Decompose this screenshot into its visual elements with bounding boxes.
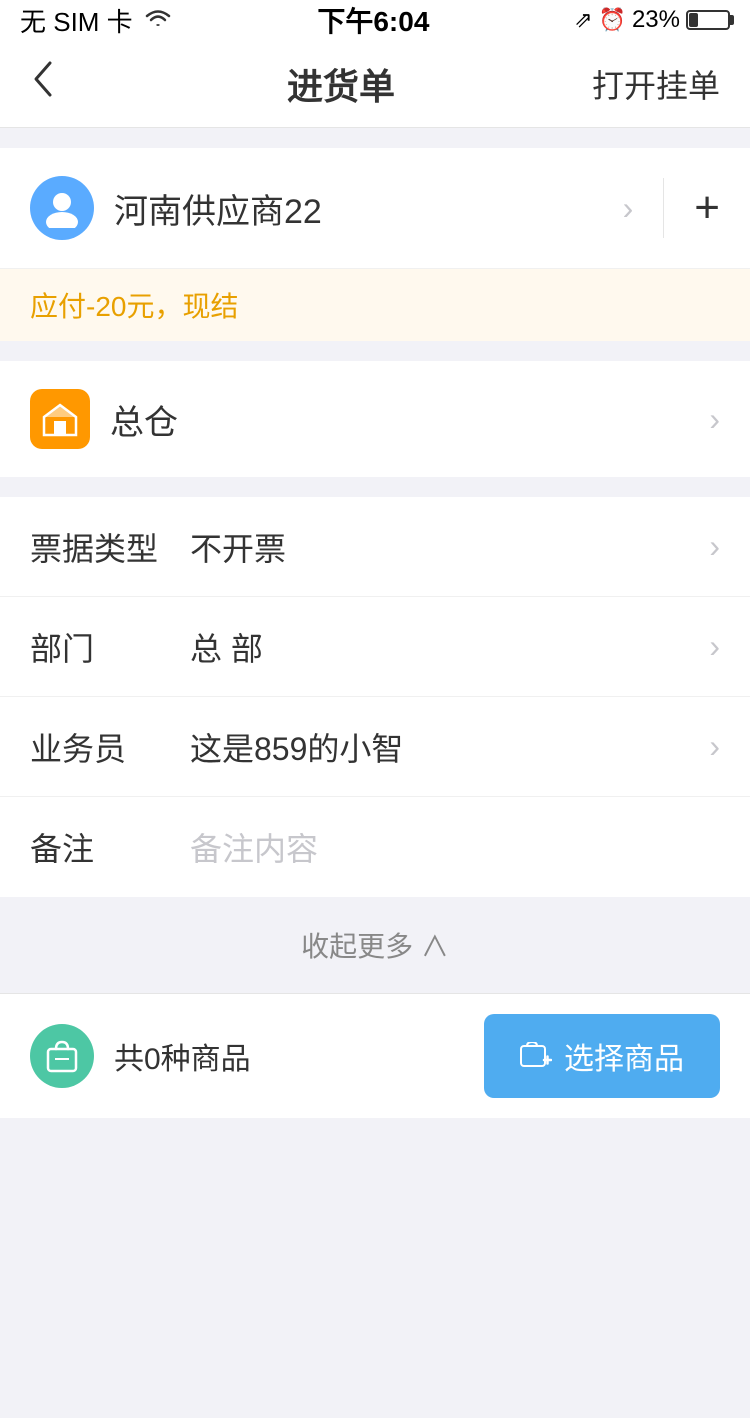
bottom-bar: 共0种商品 选择商品 xyxy=(0,993,750,1118)
product-count-text: 共0种商品 xyxy=(114,1034,464,1078)
warehouse-row[interactable]: 总仓 › xyxy=(0,361,750,477)
supplier-right-actions: › + xyxy=(623,178,720,238)
collapse-label: 收起更多 ∧ xyxy=(301,925,449,965)
salesman-label: 业务员 xyxy=(30,724,170,770)
location-icon: ⇗ xyxy=(574,7,592,33)
status-left: 无 SIM 卡 xyxy=(20,2,173,39)
product-icon xyxy=(30,1024,94,1088)
remark-input[interactable]: 备注内容 xyxy=(190,824,720,870)
select-product-label: 选择商品 xyxy=(564,1034,684,1078)
invoice-type-label: 票据类型 xyxy=(30,524,170,570)
supplier-section: 河南供应商22 › + 应付-20元，现结 xyxy=(0,148,750,341)
page-fill xyxy=(0,1118,750,1418)
page-title: 进货单 xyxy=(287,58,395,110)
battery-icon xyxy=(686,10,730,30)
supplier-name: 河南供应商22 xyxy=(114,193,322,231)
back-button[interactable] xyxy=(30,59,90,108)
notice-bar: 应付-20元，现结 xyxy=(0,269,750,341)
form-section: 票据类型 不开票 › 部门 总 部 › 业务员 这是859的小智 › 备注 备注… xyxy=(0,497,750,897)
invoice-type-chevron-icon: › xyxy=(709,528,720,565)
department-row[interactable]: 部门 总 部 › xyxy=(0,597,750,697)
gap-2 xyxy=(0,341,750,361)
remark-label: 备注 xyxy=(30,824,170,870)
collapse-button[interactable]: 收起更多 ∧ xyxy=(0,897,750,993)
gap-3 xyxy=(0,477,750,497)
add-supplier-button[interactable]: + xyxy=(663,178,720,238)
supplier-info: 河南供应商22 xyxy=(114,184,623,233)
alarm-icon: ⏰ xyxy=(599,7,626,33)
open-pending-button[interactable]: 打开挂单 xyxy=(592,61,720,107)
supplier-chevron-icon: › xyxy=(623,190,634,227)
salesman-chevron-icon: › xyxy=(709,728,720,765)
wifi-icon xyxy=(143,5,173,36)
department-chevron-icon: › xyxy=(709,628,720,665)
gap-1 xyxy=(0,128,750,148)
department-value: 总 部 xyxy=(190,624,709,670)
department-label: 部门 xyxy=(30,624,170,670)
remark-row[interactable]: 备注 备注内容 xyxy=(0,797,750,897)
invoice-type-row[interactable]: 票据类型 不开票 › xyxy=(0,497,750,597)
status-time: 下午6:04 xyxy=(317,0,429,40)
salesman-row[interactable]: 业务员 这是859的小智 › xyxy=(0,697,750,797)
carrier-text: 无 SIM 卡 xyxy=(20,2,133,39)
battery-text: 23% xyxy=(632,6,680,34)
supplier-row[interactable]: 河南供应商22 › + xyxy=(0,148,750,269)
nav-bar: 进货单 打开挂单 xyxy=(0,40,750,128)
supplier-avatar xyxy=(30,176,94,240)
invoice-type-value: 不开票 xyxy=(190,524,709,570)
select-product-button[interactable]: 选择商品 xyxy=(484,1014,720,1098)
warehouse-label: 总仓 xyxy=(110,395,709,444)
status-bar: 无 SIM 卡 下午6:04 ⇗ ⏰ 23% xyxy=(0,0,750,40)
salesman-value: 这是859的小智 xyxy=(190,724,709,770)
notice-text: 应付-20元，现结 xyxy=(30,291,238,322)
status-right: ⇗ ⏰ 23% xyxy=(574,6,730,34)
warehouse-chevron-icon: › xyxy=(709,401,720,438)
warehouse-icon xyxy=(30,389,90,449)
